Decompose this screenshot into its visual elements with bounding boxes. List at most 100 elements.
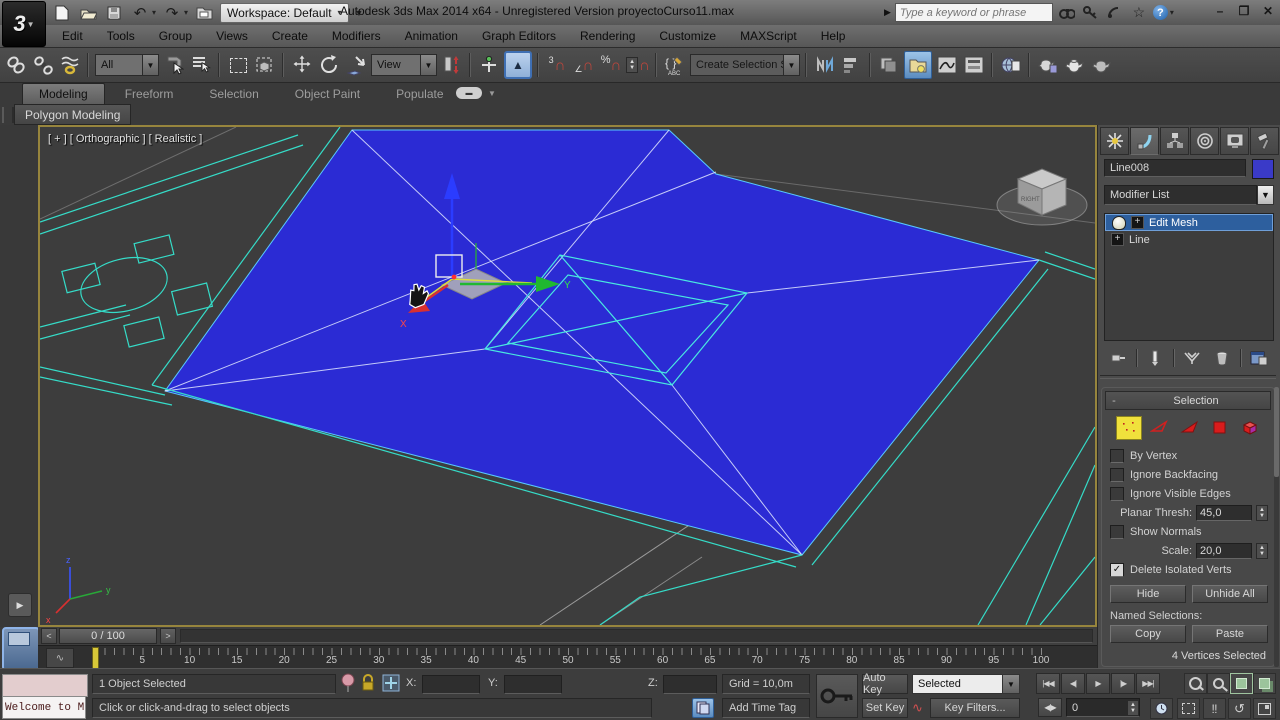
select-and-scale-icon[interactable] [344,52,368,78]
viewport-layout-tab-button[interactable] [2,627,40,671]
select-by-name-icon[interactable] [189,52,213,78]
open-file-icon[interactable] [78,4,98,22]
ribbon-minimize-pill[interactable]: ▬ [456,87,482,99]
render-production-teapot-icon[interactable] [1063,52,1087,78]
chevron-down-icon[interactable]: ▼ [488,89,496,98]
frame-spinner[interactable]: ▲ ▼ [1127,699,1139,716]
select-object-icon[interactable] [162,52,186,78]
app-menu-button[interactable]: 3 ▼ [2,1,46,47]
tab-utilities-icon[interactable] [1250,127,1279,155]
expand-toggle-icon[interactable]: + [1131,216,1144,229]
value-field-scale-[interactable]: 20,0 [1196,542,1253,559]
edit-named-selection-sets-icon[interactable]: { } ABC [663,52,687,78]
previous-frame-icon[interactable]: ◀| [1061,673,1085,694]
menu-graph-editors[interactable]: Graph Editors [470,27,568,45]
current-frame-marker[interactable] [92,647,99,670]
tab-hierarchy-icon[interactable] [1160,127,1189,155]
checkbox-ignore-visible-edges[interactable] [1110,486,1124,501]
render-iterative-teapot-icon[interactable] [1090,52,1114,78]
project-folder-icon[interactable] [194,4,214,22]
scene-explorer-toggle-icon[interactable] [692,698,714,718]
restore-button[interactable]: ❐ [1236,3,1252,19]
x-coordinate-field[interactable] [422,675,480,694]
zoom-all-icon[interactable] [1207,673,1230,694]
play-icon[interactable]: ▶ [1086,673,1110,694]
ribbon-tab-selection[interactable]: Selection [193,84,274,104]
render-setup-icon[interactable] [999,52,1023,78]
ribbon-tab-populate[interactable]: Populate [380,84,459,104]
maximize-viewport-toggle-icon[interactable] [1253,698,1276,719]
percent-snap-icon[interactable]: % ∩ [599,52,623,78]
keyboard-shortcut-override-icon[interactable]: ▲ [504,51,532,79]
selection-filter-dropdown[interactable]: All ▼ [95,54,159,76]
search-binoculars-icon[interactable] [1057,4,1077,22]
track-bar[interactable]: ∿ 5 10 15 20 25 30 35 40 45 50 55 60 65 70 75 80 85 90 95 1… [38,645,1097,670]
search-expand-icon[interactable]: ▶ [884,7,891,18]
close-button[interactable]: ✕ [1260,3,1276,19]
tab-create-icon[interactable] [1100,127,1129,155]
key-mode-dropdown[interactable]: Selected ▼ [912,674,1020,694]
tab-modify-icon[interactable] [1130,127,1159,155]
maxscript-mini-listener-output[interactable]: Welcome to Mi [2,696,86,719]
selection-lock-icon[interactable] [360,673,376,696]
edge-subobject-icon[interactable] [1148,416,1172,438]
key-filters-button[interactable]: Key Filters... [930,698,1020,718]
current-frame-field[interactable]: 0 ▲ ▼ [1066,698,1140,717]
panel-scrollbar[interactable] [1274,387,1279,667]
orbit-icon[interactable]: ↺ [1228,698,1251,719]
selection-rollout-header[interactable]: - Selection [1105,391,1271,410]
menu-create[interactable]: Create [260,27,320,45]
ribbon-tab-freeform[interactable]: Freeform [109,84,190,104]
select-and-rotate-icon[interactable] [317,52,341,78]
snaps-toggle-icon[interactable]: 3 ∩ [545,52,569,78]
curve-editor-icon[interactable] [935,52,959,78]
time-slider-groove[interactable] [180,629,1093,643]
show-end-result-icon[interactable] [1143,348,1167,368]
modifier-stack-item[interactable]: + Edit Mesh [1105,214,1273,231]
go-to-start-icon[interactable]: |◀◀ [1036,673,1060,694]
tab-motion-icon[interactable] [1190,127,1219,155]
use-pivot-point-center-icon[interactable] [440,52,464,78]
pin-stack-icon[interactable] [1106,348,1130,368]
face-subobject-icon[interactable] [1178,416,1202,438]
zoom-extents-selected-icon[interactable] [1230,673,1253,694]
zoom-icon[interactable] [1184,673,1207,694]
vertex-subobject-icon[interactable] [1116,416,1142,440]
scrollbar-thumb[interactable] [1274,387,1279,477]
reference-coordinate-dropdown[interactable]: View ▼ [371,54,437,76]
paste-button[interactable]: Paste [1192,625,1268,643]
select-and-manipulate-icon[interactable] [477,52,501,78]
polygon-subobject-icon[interactable] [1208,416,1232,438]
viewport-orthographic[interactable]: RIGHT Y X z y x [+] [Orthographic] [… [38,125,1097,627]
go-to-end-icon[interactable]: ▶▶| [1136,673,1160,694]
viewport-label[interactable]: [ + ] [ Orthographic ] [ Realistic ] [48,133,202,145]
unlink-selection-icon[interactable] [31,52,55,78]
unhide-all-button[interactable]: Unhide All [1192,585,1268,603]
checkbox-delete-isolated-verts[interactable]: ✓ [1110,562,1124,577]
manage-layers-icon[interactable] [877,52,901,78]
maxscript-mini-listener-input[interactable] [2,674,88,697]
search-input[interactable] [894,3,1053,22]
previous-frame-arrow[interactable]: < [41,628,57,644]
key-filter-curve-icon[interactable]: ∿ [912,700,923,716]
tab-display-icon[interactable] [1220,127,1249,155]
mirror-icon[interactable] [813,52,837,78]
favorites-star-icon[interactable]: ☆ [1129,4,1149,22]
bind-to-space-warp-icon[interactable] [58,52,82,78]
z-coordinate-field[interactable] [663,675,717,694]
y-coordinate-field[interactable] [504,675,562,694]
set-key-button[interactable]: Set Key [862,698,908,718]
element-subobject-icon[interactable] [1238,416,1262,438]
make-unique-icon[interactable] [1180,348,1204,368]
next-frame-icon[interactable]: |▶ [1111,673,1135,694]
auto-key-button[interactable]: Auto Key [862,672,908,696]
configure-modifier-sets-icon[interactable] [1247,348,1271,368]
copy-button[interactable]: Copy [1110,625,1186,643]
next-frame-arrow[interactable]: > [160,628,176,644]
spinner-arrows[interactable]: ▲ ▼ [1256,542,1268,559]
ribbon-tab-object-paint[interactable]: Object Paint [279,84,376,104]
new-scene-icon[interactable] [52,4,72,22]
object-name-field[interactable]: Line008 [1104,159,1246,177]
menu-animation[interactable]: Animation [393,27,470,45]
add-time-tag[interactable]: Add Time Tag [722,698,810,718]
